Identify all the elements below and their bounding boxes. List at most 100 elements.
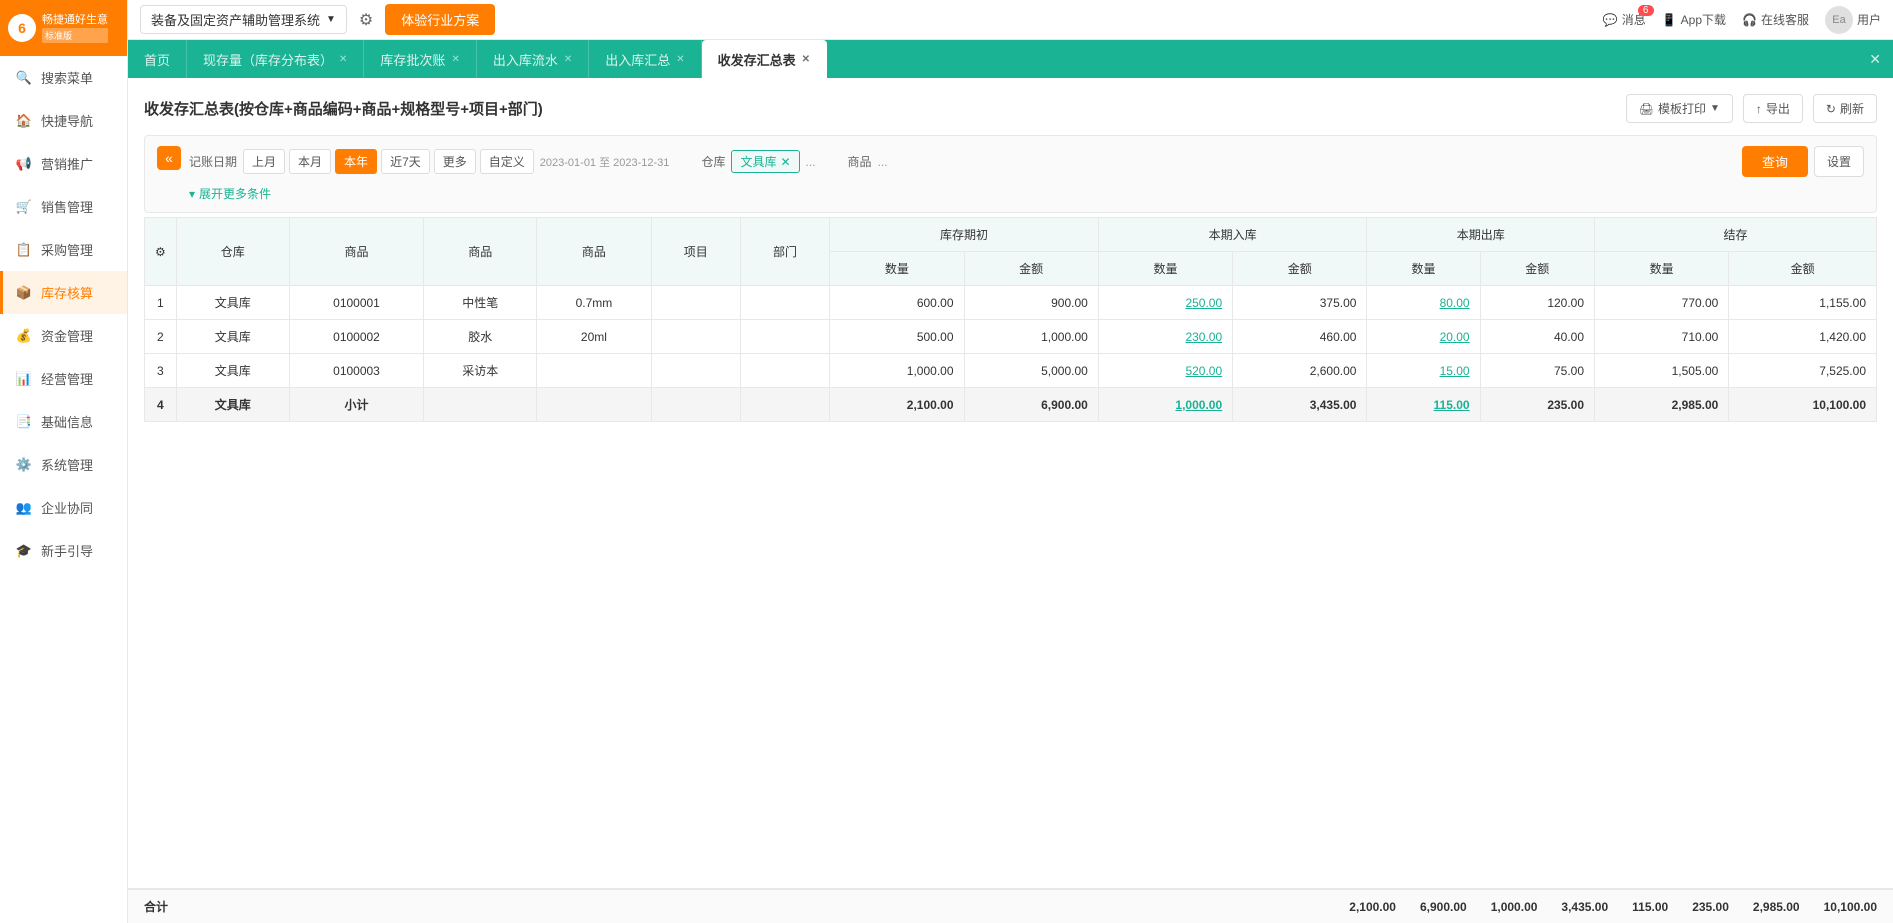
subtotal-in-amt: 3,435.00 — [1233, 388, 1367, 422]
data-table: ⚙ 仓库 商品 商品 商品 项目 部门 库存期初 本期入库 本期出库 结存 — [144, 217, 1877, 422]
date-btn-more[interactable]: 更多 — [434, 149, 476, 174]
total-out-qty: 115.00 — [1632, 900, 1668, 914]
collab-icon: 👥 — [15, 499, 33, 517]
user-btn[interactable]: Ea 用户 — [1825, 6, 1881, 34]
query-button[interactable]: 查询 — [1742, 146, 1808, 177]
row1-in-qty[interactable]: 250.00 — [1098, 286, 1232, 320]
message-badge: 6 — [1638, 5, 1654, 16]
chevron-down-icon: ▼ — [326, 14, 336, 25]
sidebar-item-guide[interactable]: 🎓 新手引导 — [0, 529, 127, 572]
row3-out-qty[interactable]: 15.00 — [1367, 354, 1480, 388]
col-settings[interactable]: ⚙ — [145, 218, 177, 286]
sidebar-item-search[interactable]: 🔍 搜索菜单 — [0, 56, 127, 99]
tab-inventory-dist[interactable]: 现存量（库存分布表） ✕ — [187, 40, 364, 78]
purchase-icon: 📋 — [15, 241, 33, 259]
th-out-qty: 数量 — [1367, 252, 1480, 286]
tab-inout-flow[interactable]: 出入库流水 ✕ — [477, 40, 589, 78]
close-icon[interactable]: ✕ — [451, 54, 459, 65]
sidebar-item-quicknav[interactable]: 🏠 快捷导航 — [0, 99, 127, 142]
marketing-icon: 📢 — [15, 155, 33, 173]
app-download-btn[interactable]: 📱 App下载 — [1662, 11, 1726, 28]
row1-out-qty[interactable]: 80.00 — [1367, 286, 1480, 320]
total-opening-amt: 6,900.00 — [1420, 900, 1467, 914]
close-all-tabs-btn[interactable]: ✕ — [1857, 51, 1893, 68]
sidebar-item-system[interactable]: ⚙️ 系统管理 — [0, 443, 127, 486]
sidebar-item-marketing[interactable]: 📢 营销推广 — [0, 142, 127, 185]
trial-button[interactable]: 体验行业方案 — [385, 4, 495, 35]
logo-icon: 6 — [8, 14, 36, 42]
close-icon[interactable]: ✕ — [339, 54, 347, 65]
sidebar-item-operations[interactable]: 📊 经营管理 — [0, 357, 127, 400]
basic-info-icon: 📑 — [15, 413, 33, 431]
th-in-qty: 数量 — [1098, 252, 1232, 286]
th-opening-amt: 金额 — [964, 252, 1098, 286]
warehouse-tag-remove[interactable]: ✕ — [780, 155, 790, 169]
warehouse-more[interactable]: ... — [806, 155, 816, 169]
row3-in-qty[interactable]: 520.00 — [1098, 354, 1232, 388]
tab-bar: 首页 现存量（库存分布表） ✕ 库存批次账 ✕ 出入库流水 ✕ 出入库汇总 ✕ … — [128, 40, 1893, 78]
date-btn-this-year[interactable]: 本年 — [335, 149, 377, 174]
logo-text: 畅捷通好生意 — [42, 13, 108, 28]
row3-project — [651, 354, 740, 388]
date-btn-this-month[interactable]: 本月 — [289, 149, 331, 174]
row1-in-amt: 375.00 — [1233, 286, 1367, 320]
sidebar-item-inventory[interactable]: 📦 库存核算 — [0, 271, 127, 314]
setting-button[interactable]: 设置 — [1814, 146, 1864, 177]
export-button[interactable]: ↑ 导出 — [1743, 94, 1803, 123]
page-content: 收发存汇总表(按仓库+商品编码+商品+规格型号+项目+部门) 🖨 模板打印 ▼ … — [128, 78, 1893, 888]
th-closing-qty: 数量 — [1595, 252, 1729, 286]
row1-opening-qty: 600.00 — [830, 286, 964, 320]
message-btn[interactable]: 💬 消息 6 — [1603, 11, 1646, 28]
row1-warehouse: 文具库 — [176, 286, 289, 320]
print-icon: 🖨 — [1639, 102, 1654, 116]
date-btn-custom[interactable]: 自定义 — [480, 149, 534, 174]
footer-total-bar: 合计 2,100.00 6,900.00 1,000.00 3,435.00 1… — [128, 888, 1893, 923]
goods-more[interactable]: ... — [878, 155, 888, 169]
page-header: 收发存汇总表(按仓库+商品编码+商品+规格型号+项目+部门) 🖨 模板打印 ▼ … — [144, 94, 1877, 123]
sidebar-item-collab[interactable]: 👥 企业协同 — [0, 486, 127, 529]
sidebar-item-finance[interactable]: 💰 资金管理 — [0, 314, 127, 357]
row2-goods-name: 胶水 — [424, 320, 537, 354]
subtotal-in-qty[interactable]: 1,000.00 — [1098, 388, 1232, 422]
online-service-btn[interactable]: 🎧 在线客服 — [1742, 11, 1809, 28]
sidebar-item-basic-info[interactable]: 📑 基础信息 — [0, 400, 127, 443]
row3-warehouse: 文具库 — [176, 354, 289, 388]
gear-icon[interactable]: ⚙ — [359, 10, 373, 30]
sidebar-item-sales[interactable]: 🛒 销售管理 — [0, 185, 127, 228]
tab-recv-send-summary[interactable]: 收发存汇总表 ✕ — [702, 40, 827, 78]
row2-department — [740, 320, 829, 354]
date-btn-7days[interactable]: 近7天 — [381, 149, 430, 174]
close-icon[interactable]: ✕ — [676, 54, 684, 65]
th-out-amt: 金额 — [1480, 252, 1594, 286]
filter-collapse-button[interactable]: « — [157, 146, 181, 170]
tab-inout-summary[interactable]: 出入库汇总 ✕ — [589, 40, 701, 78]
sidebar-item-purchase[interactable]: 📋 采购管理 — [0, 228, 127, 271]
date-btn-last-month[interactable]: 上月 — [243, 149, 285, 174]
chevron-down-icon: ▾ — [189, 187, 195, 201]
total-in-amt: 3,435.00 — [1561, 900, 1608, 914]
close-icon[interactable]: ✕ — [564, 54, 572, 65]
row2-goods-code: 0100002 — [289, 320, 423, 354]
print-button[interactable]: 🖨 模板打印 ▼ — [1626, 94, 1733, 123]
row2-out-qty[interactable]: 20.00 — [1367, 320, 1480, 354]
refresh-button[interactable]: ↻ 刷新 — [1813, 94, 1877, 123]
row2-in-qty[interactable]: 230.00 — [1098, 320, 1232, 354]
search-icon: 🔍 — [15, 69, 33, 87]
tab-batch-account[interactable]: 库存批次账 ✕ — [364, 40, 476, 78]
row3-index: 3 — [145, 354, 177, 388]
row1-out-amt: 120.00 — [1480, 286, 1594, 320]
subtotal-out-qty[interactable]: 115.00 — [1367, 388, 1480, 422]
page-title: 收发存汇总表(按仓库+商品编码+商品+规格型号+项目+部门) — [144, 98, 543, 119]
row3-department — [740, 354, 829, 388]
expand-filter-button[interactable]: ▾ 展开更多条件 — [189, 185, 271, 202]
refresh-icon: ↻ — [1826, 102, 1836, 116]
row1-index: 1 — [145, 286, 177, 320]
close-icon[interactable]: ✕ — [802, 54, 810, 65]
page-inner: 收发存汇总表(按仓库+商品编码+商品+规格型号+项目+部门) 🖨 模板打印 ▼ … — [128, 78, 1893, 888]
message-icon: 💬 — [1603, 13, 1618, 27]
inventory-icon: 📦 — [15, 284, 33, 302]
date-filter-label: 记账日期 — [189, 153, 237, 170]
system-selector[interactable]: 装备及固定资产辅助管理系统 ▼ — [140, 5, 347, 34]
export-icon: ↑ — [1756, 102, 1762, 116]
tab-home[interactable]: 首页 — [128, 40, 187, 78]
